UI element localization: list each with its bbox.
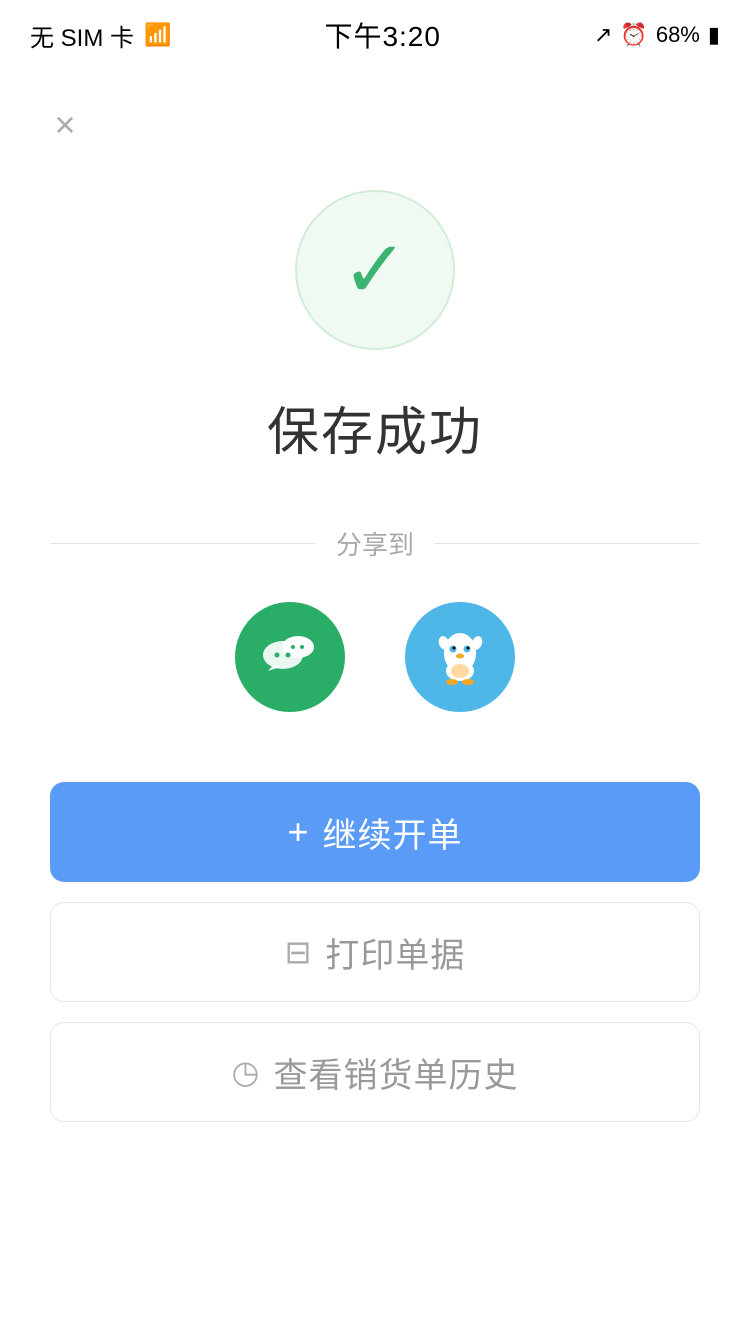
battery-icon: ▮	[708, 22, 720, 48]
divider-right	[434, 543, 700, 544]
success-title: 保存成功	[267, 390, 483, 465]
close-icon: ×	[54, 107, 75, 143]
sim-label: 无 SIM 卡	[30, 18, 134, 53]
success-circle: ✓	[295, 190, 455, 350]
history-icon: ◷	[232, 1053, 260, 1091]
status-right: ↗ ⏰ 68% ▮	[594, 22, 720, 48]
close-button-container: ×	[0, 70, 750, 150]
wifi-icon: 📶	[144, 22, 171, 48]
continue-order-button[interactable]: + 继续开单	[50, 782, 700, 882]
history-button[interactable]: ◷ 查看销货单历史	[50, 1022, 700, 1122]
main-content: ✓ 保存成功 分享到	[0, 150, 750, 1334]
qq-share-button[interactable]	[405, 602, 515, 712]
location-icon: ↗	[594, 22, 612, 48]
share-section: 分享到	[50, 525, 700, 712]
plus-icon: +	[287, 811, 308, 853]
print-label: 打印单据	[325, 928, 465, 977]
status-time: 下午3:20	[324, 15, 441, 55]
print-button[interactable]: ⊟ 打印单据	[50, 902, 700, 1002]
share-icons-row	[235, 602, 515, 712]
share-label: 分享到	[336, 525, 414, 562]
wechat-share-button[interactable]	[235, 602, 345, 712]
battery-percent: 68%	[656, 22, 700, 48]
checkmark-icon: ✓	[341, 230, 408, 310]
continue-order-label: 继续开单	[323, 808, 463, 857]
wechat-icon	[258, 625, 323, 690]
status-left: 无 SIM 卡 📶	[30, 18, 171, 53]
close-button[interactable]: ×	[40, 100, 90, 150]
divider-left	[50, 543, 316, 544]
share-divider-row: 分享到	[50, 525, 700, 562]
status-bar: 无 SIM 卡 📶 下午3:20 ↗ ⏰ 68% ▮	[0, 0, 750, 70]
action-buttons: + 继续开单 ⊟ 打印单据 ◷ 查看销货单历史	[50, 782, 700, 1122]
history-label: 查看销货单历史	[273, 1048, 518, 1097]
qq-icon	[428, 625, 493, 690]
alarm-icon: ⏰	[620, 22, 647, 48]
print-icon: ⊟	[285, 933, 312, 971]
